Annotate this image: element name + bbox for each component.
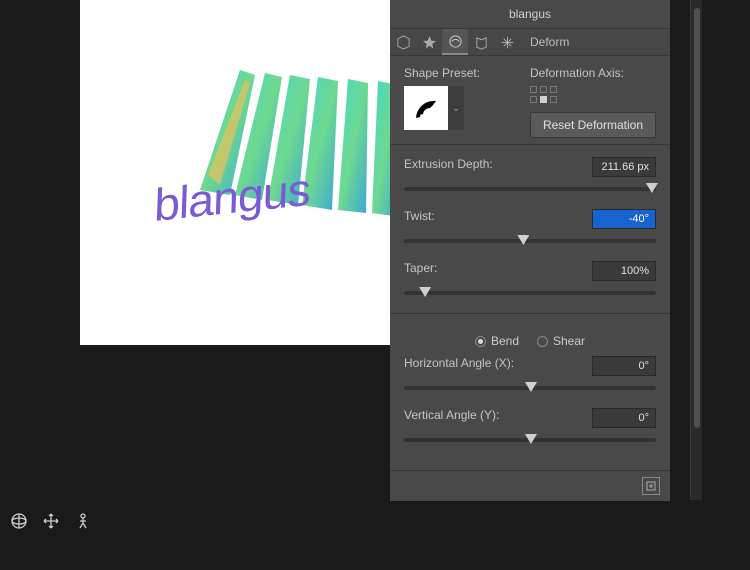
tab-cap-icon[interactable] — [468, 29, 494, 55]
panel-title: blangus — [390, 0, 670, 28]
properties-panel: blangus Deform Shape Preset: ⌄ Deformati… — [390, 0, 670, 501]
shape-preset-swatch[interactable] — [404, 86, 448, 130]
twist-input[interactable] — [592, 209, 656, 229]
tab-star-icon[interactable] — [416, 29, 442, 55]
deformation-axis-grid[interactable] — [530, 86, 656, 104]
walk-icon[interactable] — [72, 510, 94, 532]
vertical-angle-slider[interactable] — [404, 432, 656, 448]
shear-radio[interactable]: Shear — [537, 334, 585, 348]
orbit-icon[interactable] — [8, 510, 30, 532]
extrusion-depth-label: Extrusion Depth: — [404, 157, 493, 171]
shape-preset-dropdown[interactable]: ⌄ — [448, 86, 464, 130]
tab-mesh-icon[interactable] — [390, 29, 416, 55]
taper-input[interactable] — [592, 261, 656, 281]
taper-slider[interactable] — [404, 285, 656, 301]
vertical-angle-input[interactable] — [592, 408, 656, 428]
taper-label: Taper: — [404, 261, 437, 275]
panel-tabs: Deform — [390, 28, 670, 56]
side-scrollbar[interactable] — [690, 0, 702, 500]
horizontal-angle-slider[interactable] — [404, 380, 656, 396]
tab-active-label: Deform — [520, 35, 579, 49]
deformation-axis-label: Deformation Axis: — [530, 66, 656, 80]
panel-menu-icon[interactable] — [642, 477, 660, 495]
pan-icon[interactable] — [40, 510, 62, 532]
horizontal-angle-input[interactable] — [592, 356, 656, 376]
viewport-tools — [8, 510, 94, 532]
tab-scene-icon[interactable] — [494, 29, 520, 55]
extrusion-depth-input[interactable] — [592, 157, 656, 177]
reset-deformation-button[interactable]: Reset Deformation — [530, 112, 656, 138]
shape-preset-label: Shape Preset: — [404, 66, 480, 80]
horizontal-angle-label: Horizontal Angle (X): — [404, 356, 514, 370]
twist-label: Twist: — [404, 209, 435, 223]
twist-slider[interactable] — [404, 233, 656, 249]
bend-radio[interactable]: Bend — [475, 334, 519, 348]
extrusion-depth-slider[interactable] — [404, 181, 656, 197]
vertical-angle-label: Vertical Angle (Y): — [404, 408, 499, 422]
tab-deform-icon[interactable] — [442, 29, 468, 55]
